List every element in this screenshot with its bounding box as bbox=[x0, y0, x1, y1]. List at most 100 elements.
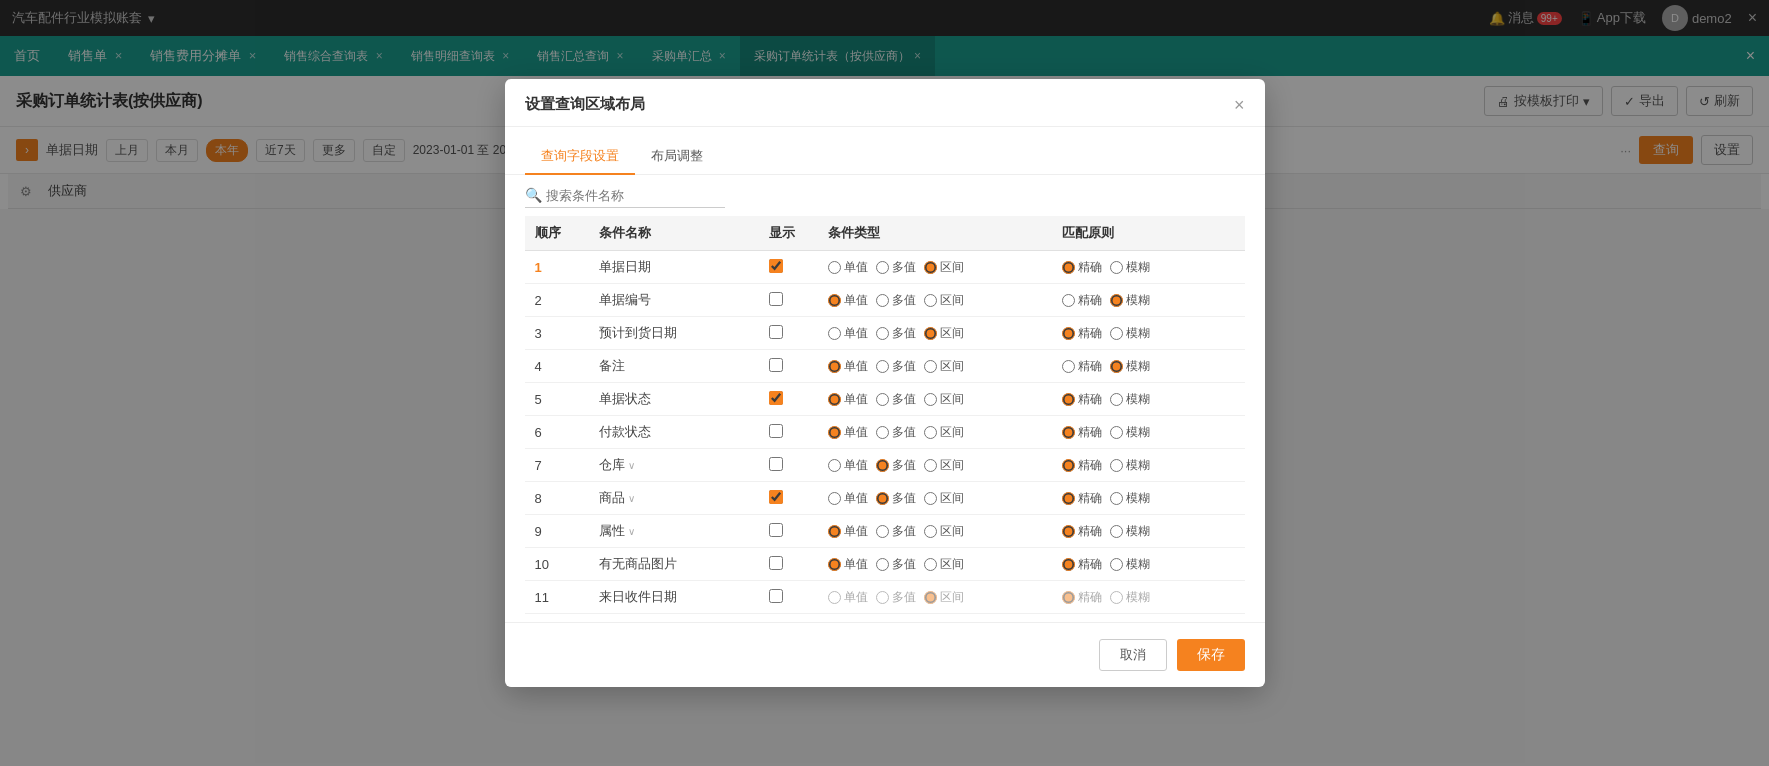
type-radio-区间[interactable] bbox=[924, 261, 937, 274]
match-radio-精确[interactable] bbox=[1062, 459, 1075, 472]
row-display[interactable] bbox=[759, 416, 818, 449]
match-radio-模糊[interactable] bbox=[1110, 393, 1123, 406]
type-radio-区间[interactable] bbox=[924, 294, 937, 307]
type-radio-单值[interactable] bbox=[828, 294, 841, 307]
match-radio-模糊[interactable] bbox=[1110, 525, 1123, 538]
type-radio-单值[interactable] bbox=[828, 327, 841, 340]
type-radio-单值[interactable] bbox=[828, 459, 841, 472]
type-radio-区间[interactable] bbox=[924, 591, 937, 604]
type-radio-区间[interactable] bbox=[924, 393, 937, 406]
match-radio-模糊[interactable] bbox=[1110, 459, 1123, 472]
match-radio-精确[interactable] bbox=[1062, 327, 1075, 340]
row-display[interactable] bbox=[759, 581, 818, 614]
row-type: 单值多值区间 bbox=[818, 350, 1053, 383]
search-input[interactable] bbox=[546, 188, 716, 203]
match-radio-精确[interactable] bbox=[1062, 525, 1075, 538]
display-checkbox[interactable] bbox=[769, 424, 783, 438]
row-display[interactable] bbox=[759, 548, 818, 581]
type-radio-多值[interactable] bbox=[876, 294, 889, 307]
match-radio-模糊[interactable] bbox=[1110, 426, 1123, 439]
type-radio-多值[interactable] bbox=[876, 591, 889, 604]
match-radio-模糊[interactable] bbox=[1110, 327, 1123, 340]
dialog-close-button[interactable]: × bbox=[1234, 96, 1245, 114]
display-checkbox[interactable] bbox=[769, 457, 783, 471]
row-display[interactable] bbox=[759, 482, 818, 515]
type-radio-多值[interactable] bbox=[876, 492, 889, 505]
match-radio-模糊[interactable] bbox=[1110, 492, 1123, 505]
table-row: 2单据编号单值多值区间精确模糊 bbox=[525, 284, 1245, 317]
row-type: 单值多值区间 bbox=[818, 515, 1053, 548]
display-checkbox[interactable] bbox=[769, 325, 783, 339]
row-display[interactable] bbox=[759, 251, 818, 284]
display-checkbox[interactable] bbox=[769, 259, 783, 273]
match-radio-精确[interactable] bbox=[1062, 261, 1075, 274]
tab-query-fields[interactable]: 查询字段设置 bbox=[525, 139, 635, 175]
row-display[interactable] bbox=[759, 449, 818, 482]
match-radio-模糊[interactable] bbox=[1110, 294, 1123, 307]
page-area: 采购订单统计表(按供应商) 🖨 按模板打印 ▾ ✓ 导出 ↺ 刷新 › 单据日期… bbox=[0, 76, 1769, 766]
save-button[interactable]: 保存 bbox=[1177, 639, 1245, 671]
type-radio-多值[interactable] bbox=[876, 360, 889, 373]
type-radio-多值[interactable] bbox=[876, 393, 889, 406]
tab-layout[interactable]: 布局调整 bbox=[635, 139, 719, 175]
type-radio-区间[interactable] bbox=[924, 426, 937, 439]
type-radio-区间[interactable] bbox=[924, 459, 937, 472]
row-type: 单值多值区间 bbox=[818, 482, 1053, 515]
row-name: 属性 ∨ bbox=[589, 515, 760, 548]
type-radio-单值[interactable] bbox=[828, 360, 841, 373]
match-radio-精确[interactable] bbox=[1062, 294, 1075, 307]
display-checkbox[interactable] bbox=[769, 556, 783, 570]
type-radio-单值[interactable] bbox=[828, 558, 841, 571]
search-icon: 🔍 bbox=[525, 187, 542, 203]
type-radio-区间[interactable] bbox=[924, 327, 937, 340]
type-radio-多值[interactable] bbox=[876, 261, 889, 274]
row-name: 备注 bbox=[589, 350, 760, 383]
match-radio-精确[interactable] bbox=[1062, 492, 1075, 505]
type-radio-单值[interactable] bbox=[828, 261, 841, 274]
type-radio-多值[interactable] bbox=[876, 525, 889, 538]
row-display[interactable] bbox=[759, 350, 818, 383]
display-checkbox[interactable] bbox=[769, 292, 783, 306]
display-checkbox[interactable] bbox=[769, 391, 783, 405]
type-radio-单值[interactable] bbox=[828, 591, 841, 604]
type-radio-单值[interactable] bbox=[828, 525, 841, 538]
type-radio-区间[interactable] bbox=[924, 525, 937, 538]
type-radio-单值[interactable] bbox=[828, 426, 841, 439]
type-radio-多值[interactable] bbox=[876, 459, 889, 472]
type-radio-区间[interactable] bbox=[924, 360, 937, 373]
type-radio-多值[interactable] bbox=[876, 426, 889, 439]
match-radio-模糊[interactable] bbox=[1110, 591, 1123, 604]
type-radio-单值[interactable] bbox=[828, 393, 841, 406]
match-radio-模糊[interactable] bbox=[1110, 360, 1123, 373]
row-display[interactable] bbox=[759, 317, 818, 350]
row-type: 单值多值区间 bbox=[818, 317, 1053, 350]
row-match: 精确模糊 bbox=[1052, 482, 1244, 515]
dialog-footer: 取消 保存 bbox=[505, 622, 1265, 687]
row-order: 6 bbox=[525, 416, 589, 449]
match-radio-精确[interactable] bbox=[1062, 393, 1075, 406]
match-radio-模糊[interactable] bbox=[1110, 558, 1123, 571]
row-display[interactable] bbox=[759, 284, 818, 317]
type-radio-区间[interactable] bbox=[924, 558, 937, 571]
match-radio-模糊[interactable] bbox=[1110, 261, 1123, 274]
match-radio-精确[interactable] bbox=[1062, 591, 1075, 604]
row-match: 精确模糊 bbox=[1052, 317, 1244, 350]
display-checkbox[interactable] bbox=[769, 358, 783, 372]
table-row: 3预计到货日期单值多值区间精确模糊 bbox=[525, 317, 1245, 350]
row-type: 单值多值区间 bbox=[818, 548, 1053, 581]
display-checkbox[interactable] bbox=[769, 589, 783, 603]
display-checkbox[interactable] bbox=[769, 490, 783, 504]
row-display[interactable] bbox=[759, 383, 818, 416]
row-order: 8 bbox=[525, 482, 589, 515]
match-radio-精确[interactable] bbox=[1062, 426, 1075, 439]
type-radio-区间[interactable] bbox=[924, 492, 937, 505]
cancel-button[interactable]: 取消 bbox=[1099, 639, 1167, 671]
type-radio-单值[interactable] bbox=[828, 492, 841, 505]
table-row: 11来日收件日期单值多值区间精确模糊 bbox=[525, 581, 1245, 614]
type-radio-多值[interactable] bbox=[876, 327, 889, 340]
row-display[interactable] bbox=[759, 515, 818, 548]
display-checkbox[interactable] bbox=[769, 523, 783, 537]
match-radio-精确[interactable] bbox=[1062, 360, 1075, 373]
type-radio-多值[interactable] bbox=[876, 558, 889, 571]
match-radio-精确[interactable] bbox=[1062, 558, 1075, 571]
